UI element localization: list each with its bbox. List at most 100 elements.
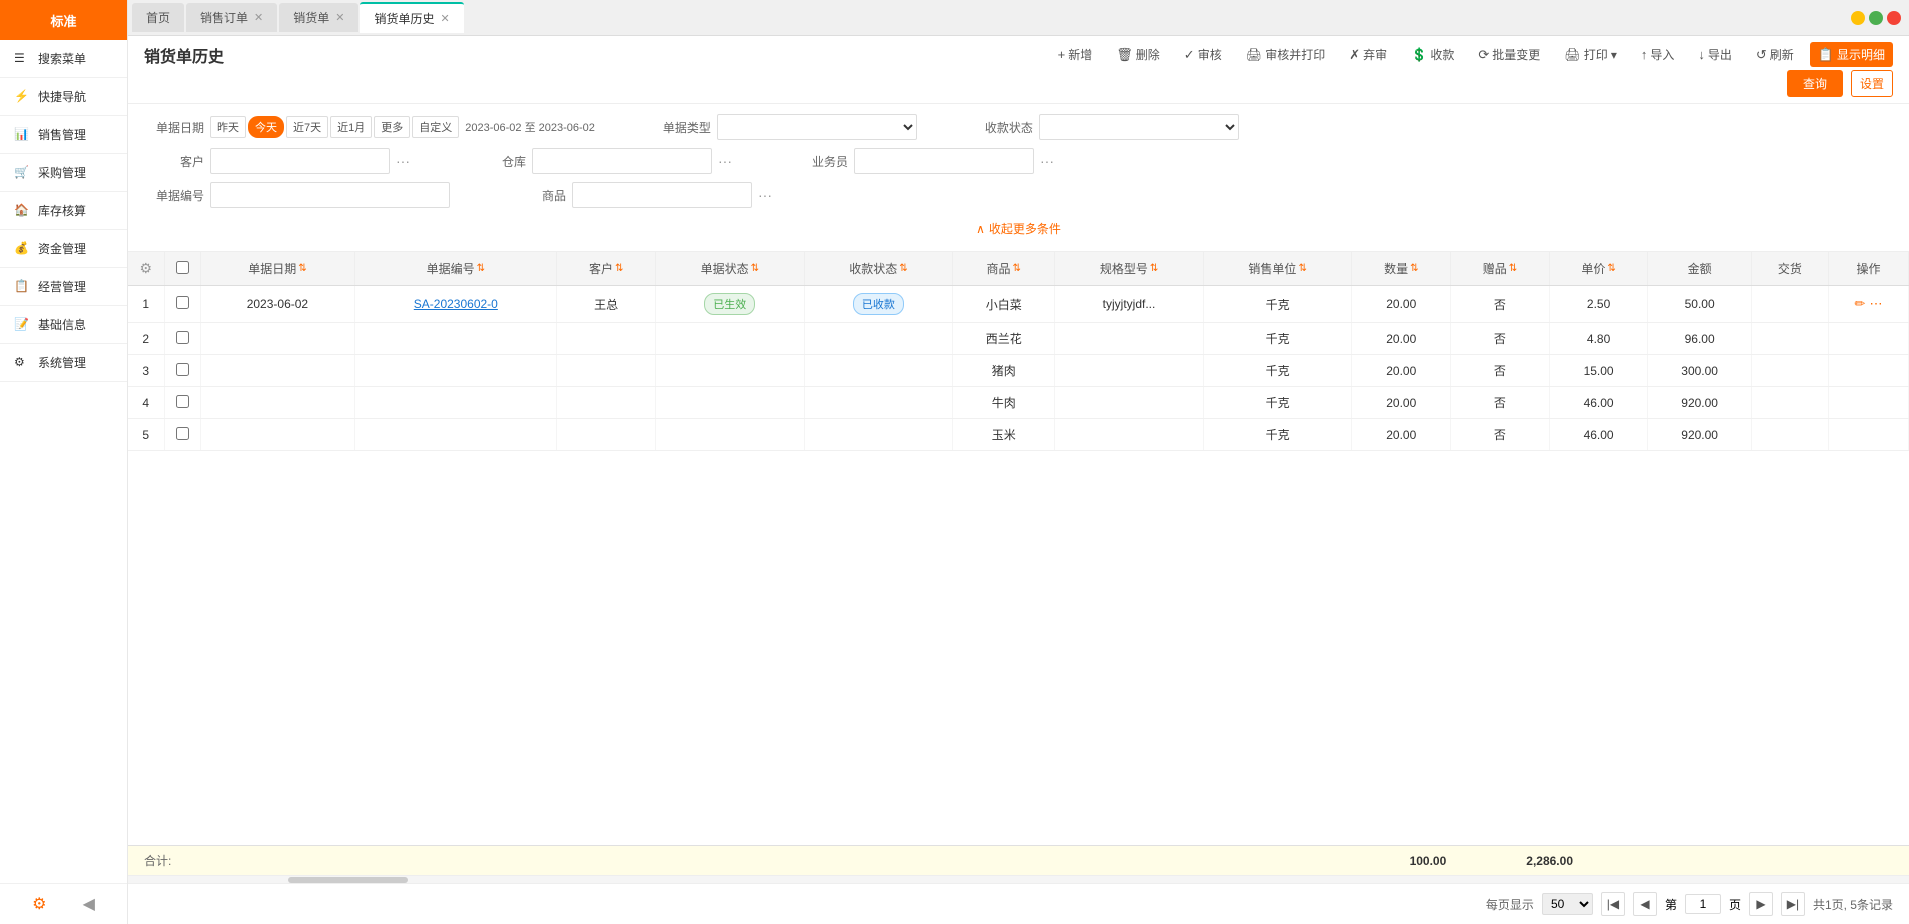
column-settings-icon[interactable]: ⚙ <box>139 260 152 276</box>
th-sales-unit[interactable]: 销售单位 ⇅ <box>1203 252 1352 286</box>
page-number-input[interactable] <box>1685 894 1721 914</box>
sidebar-settings-icon[interactable]: ⚙ <box>32 894 46 914</box>
page-size-select[interactable]: 20 50 100 <box>1542 893 1593 915</box>
show-detail-button[interactable]: 📋 显示明细 <box>1810 42 1893 67</box>
row-5-checkbox[interactable] <box>176 427 189 440</box>
th-qty[interactable]: 数量 ⇅ <box>1352 252 1451 286</box>
row-checkbox-2[interactable] <box>164 323 200 355</box>
collect-button[interactable]: 💲 收款 <box>1403 42 1462 67</box>
doc-type-select[interactable] <box>717 114 917 140</box>
select-all-checkbox[interactable] <box>176 261 189 274</box>
th-doc-date[interactable]: 单据日期 ⇅ <box>200 252 355 286</box>
import-button[interactable]: ↑ 导入 <box>1633 42 1683 67</box>
date-btn-today[interactable]: 今天 <box>248 116 284 138</box>
sidebar-collapse-icon[interactable]: ◀ <box>83 894 95 914</box>
warehouse-input[interactable] <box>532 148 712 174</box>
window-minimize[interactable] <box>1851 11 1865 25</box>
customer-picker-icon[interactable]: ··· <box>396 153 410 169</box>
row-checkbox-5[interactable] <box>164 419 200 451</box>
date-btn-7days[interactable]: 近7天 <box>286 116 328 138</box>
batch-change-button[interactable]: ⟳ 批量变更 <box>1470 42 1548 67</box>
export-button[interactable]: ↓ 导出 <box>1690 42 1740 67</box>
doc-number-link-1[interactable]: SA-20230602-0 <box>414 297 498 311</box>
window-maximize[interactable] <box>1869 11 1883 25</box>
salesperson-picker-icon[interactable]: ··· <box>1040 153 1054 169</box>
tab-sales-order[interactable]: 销售订单 ✕ <box>186 3 277 32</box>
row-spec-1: tyjyjtyjdf... <box>1055 286 1204 323</box>
tab-sales-order-close[interactable]: ✕ <box>254 11 263 24</box>
row-docnum-1[interactable]: SA-20230602-0 <box>355 286 557 323</box>
th-doc-status[interactable]: 单据状态 ⇅ <box>656 252 805 286</box>
sidebar-item-purchase-mgmt[interactable]: 🛒 采购管理 <box>0 154 127 192</box>
more-btn-1[interactable]: ⋯ <box>1869 296 1882 312</box>
row-1-checkbox[interactable] <box>176 296 189 309</box>
next-page-button[interactable]: ▶ <box>1749 892 1773 916</box>
horizontal-scrollbar[interactable] <box>128 875 1909 883</box>
row-3-checkbox[interactable] <box>176 363 189 376</box>
row-docstatus-3 <box>656 355 805 387</box>
row-2-checkbox[interactable] <box>176 331 189 344</box>
print-button[interactable]: 🖨 打印 ▾ <box>1556 42 1625 67</box>
sidebar-item-sales-mgmt[interactable]: 📊 销售管理 <box>0 116 127 154</box>
sidebar-item-quick-nav[interactable]: ⚡ 快捷导航 <box>0 78 127 116</box>
tab-sales-delivery-close[interactable]: ✕ <box>335 11 344 24</box>
row-checkbox-3[interactable] <box>164 355 200 387</box>
th-doc-number[interactable]: 单据编号 ⇅ <box>355 252 557 286</box>
prev-page-button[interactable]: ◀ <box>1633 892 1657 916</box>
print-dropdown-icon: ▾ <box>1611 48 1617 62</box>
collect-status-select[interactable] <box>1039 114 1239 140</box>
abandon-button[interactable]: ✗ 弃审 <box>1341 42 1395 67</box>
date-btn-yesterday[interactable]: 昨天 <box>210 116 246 138</box>
warehouse-picker-icon[interactable]: ··· <box>718 153 732 169</box>
date-btn-more[interactable]: 更多 <box>374 116 410 138</box>
th-unit-price[interactable]: 单价 ⇅ <box>1549 252 1648 286</box>
audit-button[interactable]: ✓ 审核 <box>1176 42 1230 67</box>
import-icon: ↑ <box>1641 47 1648 62</box>
sidebar-item-sys-mgmt[interactable]: ⚙ 系统管理 <box>0 344 127 382</box>
settings-button[interactable]: 设置 <box>1851 70 1893 97</box>
th-spec[interactable]: 规格型号 ⇅ <box>1055 252 1204 286</box>
last-page-button[interactable]: ▶| <box>1781 892 1805 916</box>
th-collect-status[interactable]: 收款状态 ⇅ <box>804 252 953 286</box>
sidebar-item-base-info[interactable]: 📝 基础信息 <box>0 306 127 344</box>
th-settings[interactable]: ⚙ <box>128 252 164 286</box>
th-gift[interactable]: 赠品 ⇅ <box>1451 252 1550 286</box>
date-btn-1month[interactable]: 近1月 <box>330 116 372 138</box>
goods-input[interactable] <box>572 182 752 208</box>
collapse-button[interactable]: ∧ 收起更多条件 <box>144 216 1893 241</box>
window-close[interactable] <box>1887 11 1901 25</box>
tab-home[interactable]: 首页 <box>132 3 184 32</box>
th-goods[interactable]: 商品 ⇅ <box>953 252 1055 286</box>
sidebar-item-inventory[interactable]: 🏠 库存核算 <box>0 192 127 230</box>
refresh-button[interactable]: ↺ 刷新 <box>1748 42 1802 67</box>
query-button[interactable]: 查询 <box>1787 70 1843 97</box>
goods-field: 商品 ··· <box>506 182 772 208</box>
row-price-3: 15.00 <box>1549 355 1648 387</box>
salesperson-input[interactable] <box>854 148 1034 174</box>
date-btn-custom[interactable]: 自定义 <box>412 116 459 138</box>
doc-number-input[interactable] <box>210 182 450 208</box>
th-customer[interactable]: 客户 ⇅ <box>557 252 656 286</box>
customer-input[interactable] <box>210 148 390 174</box>
delete-button[interactable]: 🗑 删除 <box>1108 42 1168 67</box>
tab-sales-history[interactable]: 销货单历史 ✕ <box>360 2 463 33</box>
th-trade: 交货 <box>1751 252 1828 286</box>
goods-picker-icon[interactable]: ··· <box>758 187 772 203</box>
sidebar-item-finance[interactable]: 💰 资金管理 <box>0 230 127 268</box>
sidebar-item-operations[interactable]: 📋 经营管理 <box>0 268 127 306</box>
row-4-checkbox[interactable] <box>176 395 189 408</box>
audit-print-button[interactable]: 🖨 审核并打印 <box>1238 42 1334 67</box>
new-button[interactable]: + 新增 <box>1050 42 1101 67</box>
row-checkbox-1[interactable] <box>164 286 200 323</box>
sidebar-item-search-menu[interactable]: ☰ 搜索菜单 <box>0 40 127 78</box>
audit-label: 审核 <box>1198 46 1222 63</box>
tab-sales-history-close[interactable]: ✕ <box>441 12 450 25</box>
row-gift-1: 否 <box>1451 286 1550 323</box>
row-checkbox-4[interactable] <box>164 387 200 419</box>
row-docstatus-1: 已生效 <box>656 286 805 323</box>
first-page-button[interactable]: |◀ <box>1601 892 1625 916</box>
page-input-prefix: 第 <box>1665 896 1677 913</box>
edit-btn-1[interactable]: ✏ <box>1855 296 1866 312</box>
data-table: ⚙ 单据日期 ⇅ 单据编号 ⇅ <box>128 252 1909 451</box>
tab-sales-delivery[interactable]: 销货单 ✕ <box>279 3 358 32</box>
